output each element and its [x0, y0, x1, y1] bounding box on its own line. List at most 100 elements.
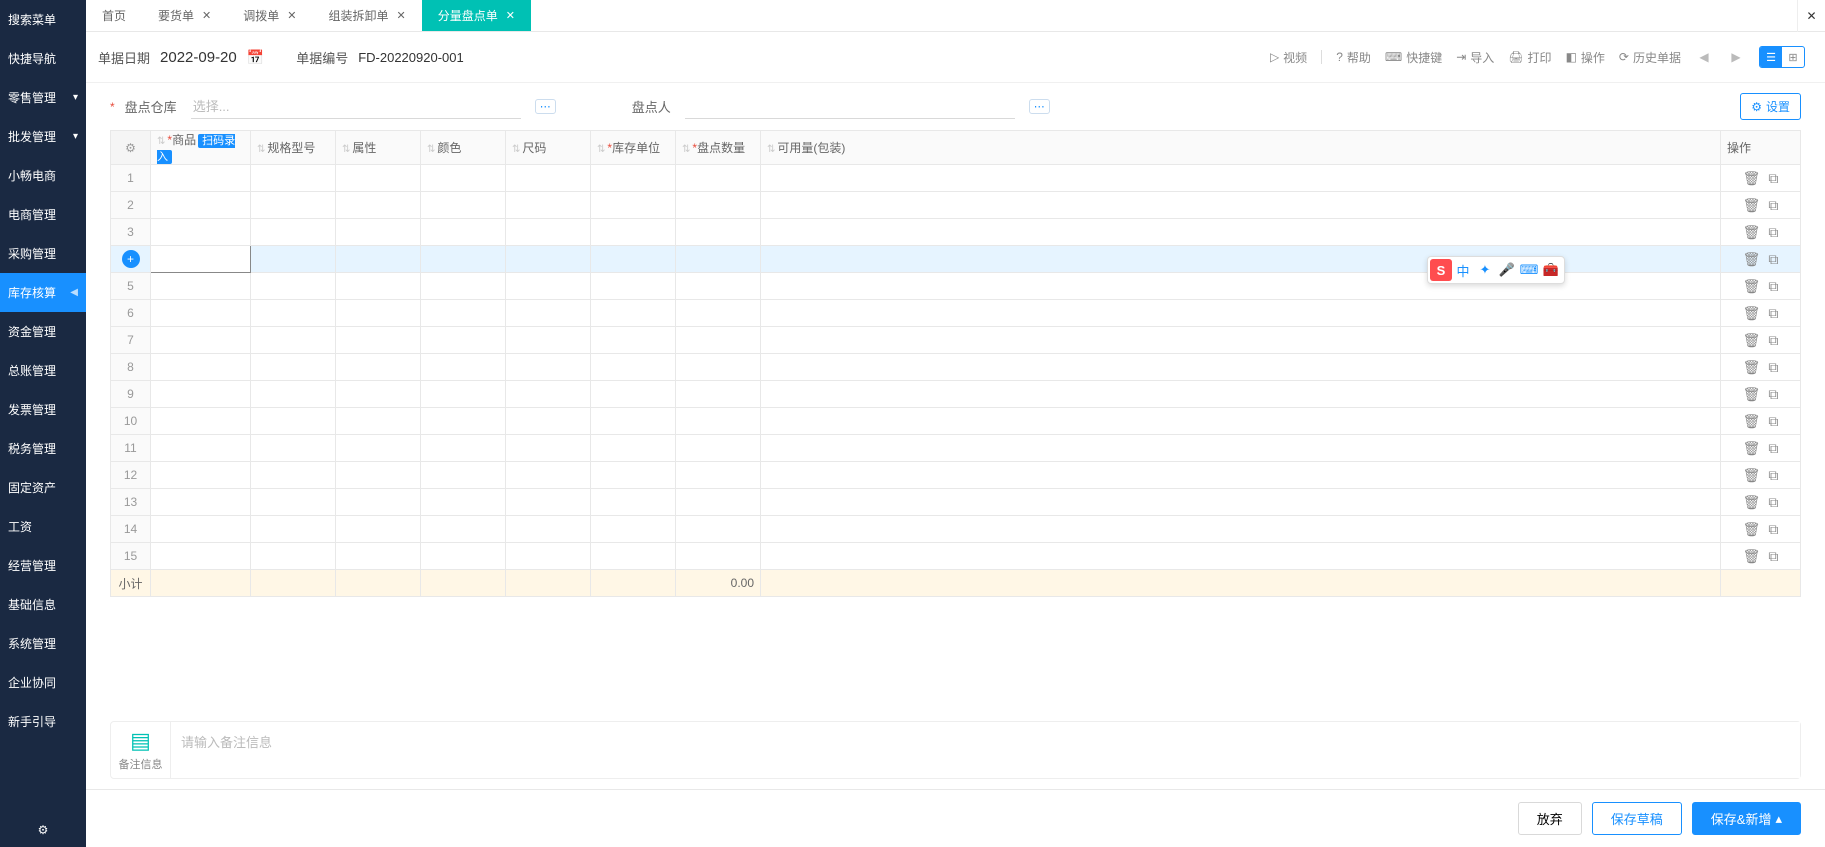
list-view-icon[interactable]: ☰ [1760, 47, 1782, 67]
delete-row-icon[interactable]: 🗑 [1743, 548, 1761, 564]
save-and-new-button[interactable]: 保存&新增 ▴ [1692, 802, 1801, 835]
table-row[interactable]: 9🗑⧉ [111, 381, 1801, 408]
copy-row-icon[interactable]: ⧉ [1768, 467, 1778, 483]
table-row[interactable]: 1🗑⧉ [111, 165, 1801, 192]
sidebar-item-3[interactable]: 批发管理▾ [0, 117, 86, 156]
copy-row-icon[interactable]: ⧉ [1768, 359, 1778, 375]
copy-row-icon[interactable]: ⧉ [1768, 278, 1778, 294]
shortcut-button[interactable]: ⌨ 快捷键 [1385, 49, 1442, 66]
ime-toolbar[interactable]: S 中 ✦ 🎤 ⌨ 🧰 [1427, 256, 1565, 284]
sidebar-item-4[interactable]: 小畅电商 [0, 156, 86, 195]
table-row[interactable]: 7🗑⧉ [111, 327, 1801, 354]
sidebar-item-1[interactable]: 快捷导航 [0, 39, 86, 78]
col-qty[interactable]: ⇅*盘点数量 [676, 131, 761, 165]
sidebar-item-0[interactable]: 搜索菜单 [0, 0, 86, 39]
import-button[interactable]: ⇥ 导入 [1456, 49, 1494, 66]
sidebar-item-2[interactable]: 零售管理▾ [0, 78, 86, 117]
view-mode-toggle[interactable]: ☰ ⊞ [1759, 46, 1805, 68]
copy-row-icon[interactable]: ⧉ [1768, 332, 1778, 348]
sidebar-item-13[interactable]: 工资 [0, 507, 86, 546]
sidebar-item-14[interactable]: 经营管理 [0, 546, 86, 585]
sidebar-item-10[interactable]: 发票管理 [0, 390, 86, 429]
sogou-ime-icon[interactable]: S [1430, 259, 1452, 281]
copy-row-icon[interactable]: ⧉ [1768, 494, 1778, 510]
col-available[interactable]: ⇅可用量(包装) [761, 131, 1721, 165]
ime-keyboard-icon[interactable]: ⌨ [1518, 259, 1540, 281]
sidebar-item-6[interactable]: 采购管理 [0, 234, 86, 273]
close-icon[interactable]: ✕ [397, 9, 406, 22]
table-row[interactable]: 13🗑⧉ [111, 489, 1801, 516]
col-product[interactable]: ⇅*商品扫码录入 [151, 131, 251, 165]
tab-1[interactable]: 要货单✕ [142, 0, 227, 31]
copy-row-icon[interactable]: ⧉ [1768, 197, 1778, 213]
col-spec[interactable]: ⇅规格型号 [251, 131, 336, 165]
col-color[interactable]: ⇅颜色 [421, 131, 506, 165]
delete-row-icon[interactable]: 🗑 [1743, 440, 1761, 456]
tab-0[interactable]: 首页 [86, 0, 142, 31]
print-button[interactable]: 🖨 打印 [1508, 49, 1551, 66]
table-row[interactable]: 8🗑⧉ [111, 354, 1801, 381]
delete-row-icon[interactable]: 🗑 [1743, 413, 1761, 429]
table-row[interactable]: 2🗑⧉ [111, 192, 1801, 219]
add-row-button[interactable]: + [122, 250, 140, 268]
copy-row-icon[interactable]: ⧉ [1768, 305, 1778, 321]
tab-4[interactable]: 分量盘点单✕ [422, 0, 531, 31]
settings-button[interactable]: ⚙ 设置 [1740, 93, 1801, 120]
warehouse-picker-button[interactable]: ⋯ [535, 99, 556, 114]
ime-punct-icon[interactable]: ✦ [1474, 259, 1496, 281]
close-all-tabs-button[interactable]: ✕ [1797, 0, 1825, 32]
counter-input[interactable] [685, 95, 1015, 119]
tab-2[interactable]: 调拨单✕ [227, 0, 312, 31]
sidebar-settings-button[interactable]: ⚙ [0, 813, 86, 847]
col-size[interactable]: ⇅尺码 [506, 131, 591, 165]
ime-voice-icon[interactable]: 🎤 [1496, 259, 1518, 281]
warehouse-input[interactable] [191, 95, 521, 119]
sidebar-item-15[interactable]: 基础信息 [0, 585, 86, 624]
delete-row-icon[interactable]: 🗑 [1743, 170, 1761, 186]
delete-row-icon[interactable]: 🗑 [1743, 278, 1761, 294]
next-document-button[interactable]: ▶ [1727, 48, 1745, 66]
discard-button[interactable]: 放弃 [1518, 802, 1582, 835]
sidebar-item-11[interactable]: 税务管理 [0, 429, 86, 468]
delete-row-icon[interactable]: 🗑 [1743, 467, 1761, 483]
table-row[interactable]: 3🗑⧉ [111, 219, 1801, 246]
save-draft-button[interactable]: 保存草稿 [1592, 802, 1682, 835]
delete-row-icon[interactable]: 🗑 [1743, 197, 1761, 213]
column-settings-button[interactable]: ⚙ [111, 131, 151, 165]
tab-3[interactable]: 组装拆卸单✕ [312, 0, 421, 31]
sidebar-item-5[interactable]: 电商管理 [0, 195, 86, 234]
sidebar-item-16[interactable]: 系统管理 [0, 624, 86, 663]
delete-row-icon[interactable]: 🗑 [1743, 305, 1761, 321]
copy-row-icon[interactable]: ⧉ [1768, 521, 1778, 537]
prev-document-button[interactable]: ◀ [1695, 48, 1713, 66]
table-row[interactable]: 6🗑⧉ [111, 300, 1801, 327]
sidebar-item-18[interactable]: 新手引导 [0, 702, 86, 741]
sidebar-item-17[interactable]: 企业协同 [0, 663, 86, 702]
copy-row-icon[interactable]: ⧉ [1768, 548, 1778, 564]
help-button[interactable]: ? 帮助 [1336, 49, 1371, 66]
copy-row-icon[interactable]: ⧉ [1768, 440, 1778, 456]
table-row[interactable]: 10🗑⧉ [111, 408, 1801, 435]
copy-row-icon[interactable]: ⧉ [1768, 224, 1778, 240]
sidebar-item-8[interactable]: 资金管理 [0, 312, 86, 351]
video-button[interactable]: ▷ 视频 [1270, 49, 1307, 66]
close-icon[interactable]: ✕ [506, 9, 515, 22]
sidebar-item-7[interactable]: 库存核算◀ [0, 273, 86, 312]
delete-row-icon[interactable]: 🗑 [1743, 224, 1761, 240]
ime-toolbox-icon[interactable]: 🧰 [1540, 259, 1562, 281]
delete-row-icon[interactable]: 🗑 [1743, 359, 1761, 375]
close-icon[interactable]: ✕ [202, 9, 211, 22]
counter-picker-button[interactable]: ⋯ [1029, 99, 1050, 114]
col-unit[interactable]: ⇅*库存单位 [591, 131, 676, 165]
table-row[interactable]: 12🗑⧉ [111, 462, 1801, 489]
col-attribute[interactable]: ⇅属性 [336, 131, 421, 165]
delete-row-icon[interactable]: 🗑 [1743, 494, 1761, 510]
copy-row-icon[interactable]: ⧉ [1768, 386, 1778, 402]
detail-view-icon[interactable]: ⊞ [1782, 47, 1804, 67]
copy-row-icon[interactable]: ⧉ [1768, 413, 1778, 429]
copy-row-icon[interactable]: ⧉ [1768, 170, 1778, 186]
table-row[interactable]: 14🗑⧉ [111, 516, 1801, 543]
ime-lang-button[interactable]: 中 [1452, 259, 1474, 281]
table-row[interactable]: 11🗑⧉ [111, 435, 1801, 462]
delete-row-icon[interactable]: 🗑 [1743, 332, 1761, 348]
